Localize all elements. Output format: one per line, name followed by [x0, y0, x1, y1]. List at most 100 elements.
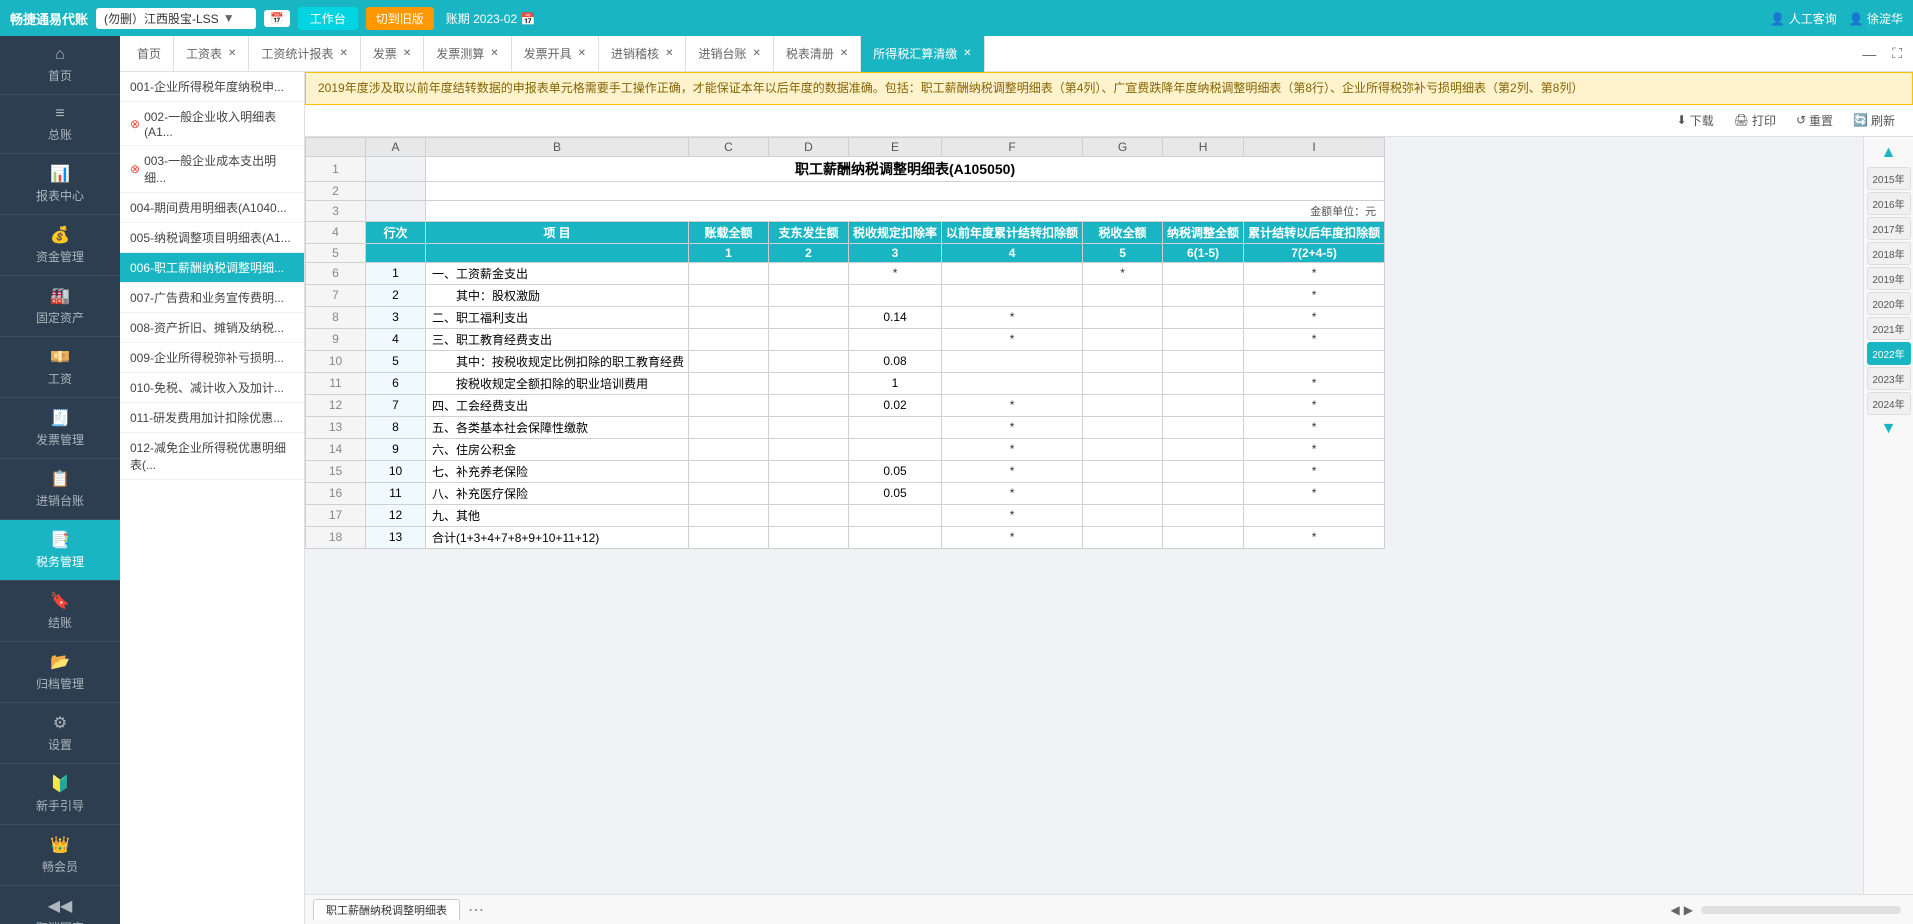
sheet-more-icon[interactable]: ⋯ — [468, 900, 484, 920]
tab-invoice[interactable]: 发票 ✕ — [361, 36, 424, 72]
data-cell: * — [1244, 328, 1385, 350]
sidebar-item-tax-mgmt[interactable]: 📑 税务管理 — [0, 520, 120, 581]
tab-income-tax[interactable]: 所得税汇算清缴 ✕ — [861, 36, 984, 72]
tab-close-payroll[interactable]: ✕ — [228, 48, 236, 59]
data-cell — [1163, 328, 1244, 350]
year-btn-2020[interactable]: 2020年 — [1867, 292, 1911, 315]
sidebar-item-settlement[interactable]: 🔖 结账 — [0, 581, 120, 642]
tab-tax-clearance[interactable]: 税表清册 ✕ — [774, 36, 861, 72]
year-btn-2023[interactable]: 2023年 — [1867, 367, 1911, 390]
data-cell — [769, 416, 849, 438]
tab-maximize-button[interactable]: ⛶ — [1886, 43, 1908, 64]
year-btn-2015[interactable]: 2015年 — [1867, 167, 1911, 190]
tab-home[interactable]: 首页 — [125, 36, 174, 72]
service-link[interactable]: 👤 人工客询 — [1770, 10, 1836, 27]
tab-close-invoice[interactable]: ✕ — [403, 48, 411, 59]
sidebar-item-fixed-asset[interactable]: 🏭 固定资产 — [0, 276, 120, 337]
spreadsheet-container: A B C D E F G H I — [305, 137, 1913, 895]
sidebar-item-guide[interactable]: 🔰 新手引导 — [0, 764, 120, 825]
col-header-E: E — [849, 137, 942, 156]
horizontal-scrollbar[interactable] — [1701, 906, 1901, 914]
year-scroll-up-button[interactable]: ▲ — [1867, 141, 1911, 165]
sidebar-item-cancel-fixed[interactable]: ◀◀ 取消固定 — [0, 886, 120, 924]
year-scroll-down-button[interactable]: ▼ — [1867, 417, 1911, 441]
left-panel-item-007[interactable]: 007-广告费和业务宣传费明... — [120, 283, 304, 313]
spreadsheet[interactable]: A B C D E F G H I — [305, 137, 1863, 895]
company-selector[interactable]: (勿删）江西股宝-LSS ▼ — [96, 8, 256, 29]
tab-invoice-open[interactable]: 发票开具 ✕ — [512, 36, 599, 72]
left-panel-item-001[interactable]: 001-企业所得税年度纳税申... — [120, 72, 304, 102]
left-panel-item-002[interactable]: ⊗ 002-一般企业收入明细表(A1... — [120, 102, 304, 146]
tab-close-tax-clearance[interactable]: ✕ — [840, 48, 848, 59]
print-button[interactable]: 🖨 打印 — [1728, 109, 1782, 132]
data-cell: * — [1244, 372, 1385, 394]
reset-button[interactable]: ↺ 重置 — [1790, 109, 1839, 132]
sidebar-item-label: 报表中心 — [36, 187, 84, 204]
tab-payroll-stats[interactable]: 工资统计报表 ✕ — [249, 36, 360, 72]
download-button[interactable]: ⬇ 下载 — [1671, 109, 1720, 132]
data-cell — [769, 328, 849, 350]
year-btn-2017[interactable]: 2017年 — [1867, 217, 1911, 240]
error-icon: ⊗ — [130, 117, 140, 131]
data-cell — [366, 200, 426, 221]
seq-cell: 5 — [366, 350, 426, 372]
year-btn-2022[interactable]: 2022年 — [1867, 342, 1911, 365]
tab-purchase-ledger[interactable]: 进销台账 ✕ — [686, 36, 773, 72]
sidebar-item-home[interactable]: ⌂ 首页 — [0, 36, 120, 95]
sidebar-item-settings[interactable]: ⚙ 设置 — [0, 703, 120, 764]
left-panel-item-009[interactable]: 009-企业所得税弥补亏损明... — [120, 343, 304, 373]
sidebar-item-payroll[interactable]: 💴 工资 — [0, 337, 120, 398]
data-cell — [1163, 306, 1244, 328]
tab-close-purchase-verify[interactable]: ✕ — [665, 48, 673, 59]
switch-old-button[interactable]: 切到旧版 — [366, 7, 434, 30]
scroll-left-icon[interactable]: ◀ — [1671, 903, 1680, 917]
user-avatar[interactable]: 👤 徐淀华 — [1849, 10, 1903, 27]
year-btn-2016[interactable]: 2016年 — [1867, 192, 1911, 215]
data-cell — [769, 372, 849, 394]
col-sub-4: 4 — [942, 243, 1083, 262]
work-bench-button[interactable]: 工作台 — [298, 7, 358, 30]
col-header-D: D — [769, 137, 849, 156]
tab-close-purchase-ledger[interactable]: ✕ — [752, 48, 760, 59]
left-panel-item-006[interactable]: 006-职工薪酬纳税调整明细... — [120, 253, 304, 283]
tab-invoice-calc[interactable]: 发票测算 ✕ — [424, 36, 511, 72]
tab-close-invoice-open[interactable]: ✕ — [578, 48, 586, 59]
tab-close-payroll-stats[interactable]: ✕ — [339, 48, 347, 59]
left-panel-item-011[interactable]: 011-研发费用加计扣除优惠... — [120, 403, 304, 433]
left-panel-item-003[interactable]: ⊗ 003-一般企业成本支出明细... — [120, 146, 304, 193]
seq-cell: 2 — [366, 284, 426, 306]
tab-close-income-tax[interactable]: ✕ — [963, 48, 971, 59]
scroll-right-icon[interactable]: ▶ — [1684, 903, 1693, 917]
calendar-icon-btn[interactable]: 📅 — [264, 10, 290, 27]
left-panel-item-004[interactable]: 004-期间费用明细表(A1040... — [120, 193, 304, 223]
year-btn-2019[interactable]: 2019年 — [1867, 267, 1911, 290]
toolbar: ⬇ 下载 🖨 打印 ↺ 重置 🔄 刷新 — [305, 105, 1913, 137]
data-cell — [689, 350, 769, 372]
tab-close-invoice-calc[interactable]: ✕ — [490, 48, 498, 59]
left-panel-item-008[interactable]: 008-资产折旧、摊销及纳税... — [120, 313, 304, 343]
sidebar-item-invoice-mgmt[interactable]: 🧾 发票管理 — [0, 398, 120, 459]
item-label: 010-免税、减计收入及加计... — [130, 379, 284, 396]
left-panel-item-005[interactable]: 005-纳税调整项目明细表(A1... — [120, 223, 304, 253]
sheet-tab-button[interactable]: 职工薪酬纳税调整明细表 — [313, 899, 460, 920]
year-btn-2024[interactable]: 2024年 — [1867, 392, 1911, 415]
sidebar-item-member[interactable]: 👑 畅会员 — [0, 825, 120, 886]
year-btn-2018[interactable]: 2018年 — [1867, 242, 1911, 265]
sidebar-item-report[interactable]: 📊 报表中心 — [0, 154, 120, 215]
label-cell: 合计(1+3+4+7+8+9+10+11+12) — [426, 526, 689, 548]
sidebar: ⌂ 首页 ≡ 总账 📊 报表中心 💰 资金管理 🏭 固定资产 💴 工资 🧾 发票… — [0, 36, 120, 924]
report-icon: 📊 — [50, 164, 70, 184]
sidebar-item-sales-ledger[interactable]: 📋 进销台账 — [0, 459, 120, 520]
year-btn-2021[interactable]: 2021年 — [1867, 317, 1911, 340]
seq-cell: 10 — [366, 460, 426, 482]
tab-minimize-button[interactable]: — — [1856, 43, 1882, 64]
sidebar-item-asset-mgmt[interactable]: 💰 资金管理 — [0, 215, 120, 276]
ledger-icon: ≡ — [55, 105, 64, 123]
left-panel-item-012[interactable]: 012-减免企业所得税优惠明细表(... — [120, 433, 304, 480]
left-panel-item-010[interactable]: 010-免税、减计收入及加计... — [120, 373, 304, 403]
tab-payroll[interactable]: 工资表 ✕ — [174, 36, 249, 72]
sidebar-item-archive[interactable]: 📂 归档管理 — [0, 642, 120, 703]
tab-purchase-verify[interactable]: 进销稽核 ✕ — [599, 36, 686, 72]
refresh-button[interactable]: 🔄 刷新 — [1847, 109, 1901, 132]
sidebar-item-ledger[interactable]: ≡ 总账 — [0, 95, 120, 154]
